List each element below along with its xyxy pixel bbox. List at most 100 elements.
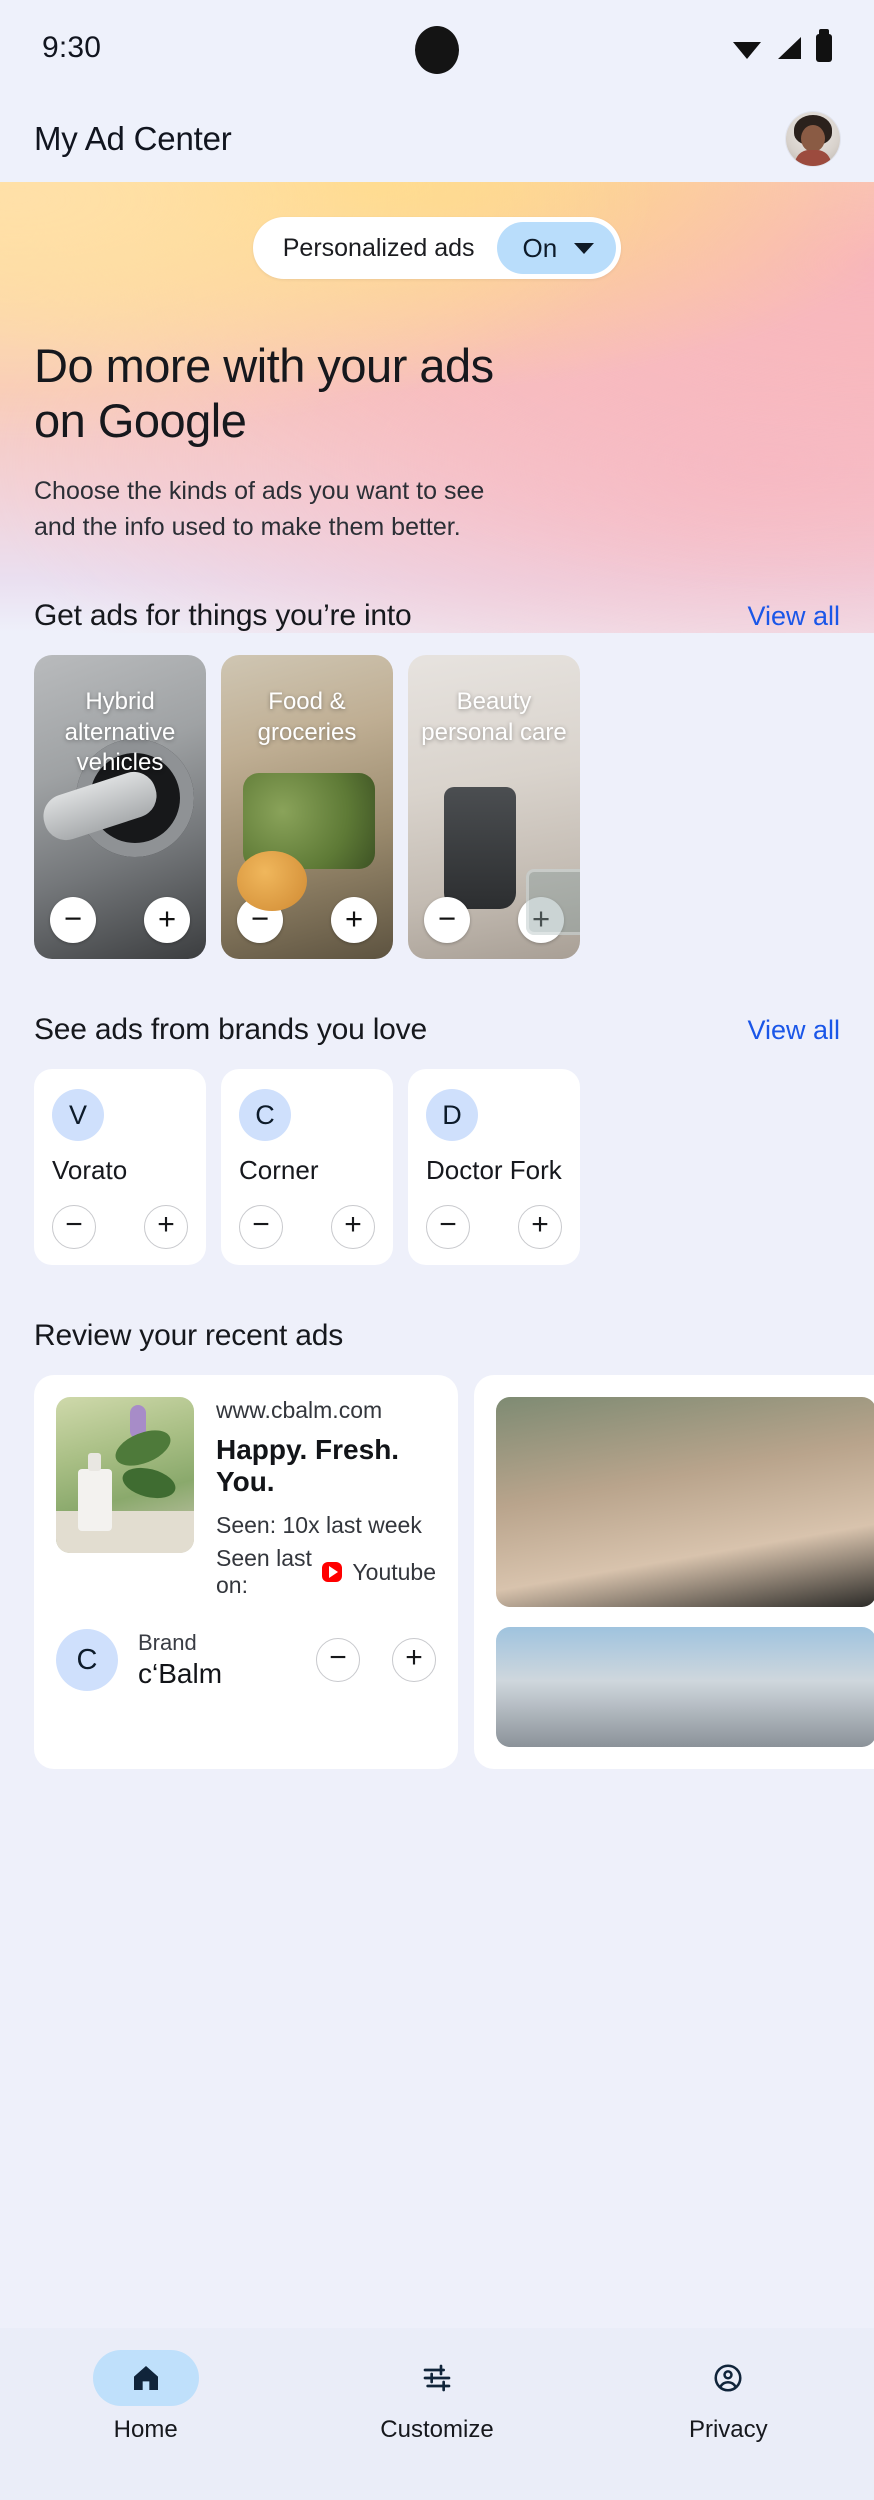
recent-ad-thumbnail bbox=[496, 1397, 874, 1608]
recent-ads-section-title: Review your recent ads bbox=[34, 1319, 344, 1353]
interests-carousel[interactable]: Hybrid alternative vehicles − + Food & g… bbox=[0, 655, 874, 960]
brand-plus-button[interactable]: + bbox=[518, 1205, 562, 1250]
status-icon-group bbox=[732, 29, 832, 62]
nav-label-customize: Customize bbox=[380, 2416, 494, 2443]
brands-section-title: See ads from brands you love bbox=[34, 1013, 427, 1047]
recent-ad-minus-button[interactable]: − bbox=[316, 1638, 360, 1683]
nav-item-home[interactable]: Home bbox=[0, 2350, 291, 2444]
personalized-ads-label: Personalized ads bbox=[282, 233, 475, 262]
bottom-nav: Home Customize Privacy bbox=[0, 2328, 874, 2500]
seen-last-on-label: Seen last on: bbox=[216, 1545, 312, 1599]
thumb-surface bbox=[56, 1511, 194, 1554]
avatar-body bbox=[795, 150, 831, 166]
plus-icon: + bbox=[531, 1208, 549, 1242]
recent-ad-card[interactable]: www.cbalm.com Happy. Fresh. You. Seen: 1… bbox=[34, 1375, 458, 1770]
recent-ad-actions: − + bbox=[316, 1638, 436, 1683]
battery-icon bbox=[816, 29, 832, 62]
hero-title-line1: Do more with your ads bbox=[34, 339, 494, 392]
app-screen: 9:30 My Ad Center Personalized ads On Do… bbox=[0, 0, 874, 2500]
brand-name: Corner bbox=[239, 1155, 319, 1186]
recent-ad-seen-last-on: Seen last on: Youtube bbox=[216, 1545, 436, 1599]
brand-name: Doctor Fork bbox=[426, 1155, 562, 1186]
nav-item-customize[interactable]: Customize bbox=[291, 2350, 582, 2444]
plus-icon: + bbox=[531, 900, 551, 936]
recent-ad-card[interactable] bbox=[474, 1375, 874, 1770]
brand-card-actions: − + bbox=[239, 1205, 375, 1250]
recent-ad-bottom: C Brand c‘Balm − + bbox=[56, 1629, 436, 1692]
status-bar: 9:30 bbox=[0, 0, 874, 96]
recent-ad-plus-button[interactable]: + bbox=[392, 1638, 436, 1683]
brands-carousel[interactable]: V Vorato − + C Corner − + D Doctor Fork … bbox=[0, 1069, 874, 1266]
minus-icon: − bbox=[250, 900, 270, 936]
brand-name: Vorato bbox=[52, 1155, 128, 1186]
personalized-ads-pill[interactable]: Personalized ads On bbox=[252, 217, 622, 279]
interest-plus-button[interactable]: + bbox=[518, 897, 564, 944]
recent-ad-top: www.cbalm.com Happy. Fresh. You. Seen: 1… bbox=[56, 1397, 436, 1599]
brand-card-actions: − + bbox=[52, 1205, 188, 1250]
brand-minus-button[interactable]: − bbox=[52, 1205, 96, 1250]
interest-minus-button[interactable]: − bbox=[237, 897, 283, 944]
minus-icon: − bbox=[439, 1208, 457, 1242]
interests-section-title: Get ads for things you’re into bbox=[34, 599, 412, 633]
brand-plus-button[interactable]: + bbox=[331, 1205, 375, 1250]
nav-pill-home bbox=[92, 2350, 199, 2406]
brand-plus-button[interactable]: + bbox=[144, 1205, 188, 1250]
recent-ad-brand: C Brand c‘Balm bbox=[56, 1629, 222, 1692]
recent-ad-url: www.cbalm.com bbox=[216, 1397, 383, 1424]
recent-ad-info: www.cbalm.com Happy. Fresh. You. Seen: 1… bbox=[216, 1397, 436, 1599]
recent-ad-thumbnail bbox=[56, 1397, 194, 1554]
recent-ad-brand-avatar: C bbox=[56, 1629, 118, 1692]
plus-icon: + bbox=[344, 900, 364, 936]
avatar[interactable] bbox=[786, 112, 840, 166]
brand-card[interactable]: C Corner − + bbox=[221, 1069, 393, 1266]
plus-icon: + bbox=[157, 900, 177, 936]
recent-ad-brand-text: Brand c‘Balm bbox=[138, 1630, 222, 1690]
app-bar: My Ad Center bbox=[0, 96, 874, 182]
plus-icon: + bbox=[405, 1641, 423, 1675]
personalized-ads-toggle[interactable]: On bbox=[496, 222, 617, 274]
seen-last-on-platform: Youtube bbox=[352, 1558, 436, 1585]
brand-avatar: C bbox=[239, 1089, 291, 1142]
sliders-icon bbox=[421, 2362, 453, 2394]
minus-icon: − bbox=[252, 1208, 270, 1242]
brand-avatar: V bbox=[52, 1089, 104, 1142]
interest-plus-button[interactable]: + bbox=[331, 897, 377, 944]
brand-card[interactable]: V Vorato − + bbox=[34, 1069, 206, 1266]
interest-minus-button[interactable]: − bbox=[424, 897, 470, 944]
avatar-face bbox=[801, 125, 825, 152]
minus-icon: − bbox=[437, 900, 457, 936]
hero-title-line2: on Google bbox=[34, 393, 247, 447]
brand-card[interactable]: D Doctor Fork − + bbox=[408, 1069, 580, 1266]
hero-subtitle: Choose the kinds of ads you want to see … bbox=[34, 474, 840, 545]
brand-card-actions: − + bbox=[426, 1205, 562, 1250]
recent-ads-section-header: Review your recent ads bbox=[0, 1319, 874, 1353]
minus-icon: − bbox=[329, 1641, 347, 1675]
nav-item-privacy[interactable]: Privacy bbox=[583, 2350, 874, 2444]
personalized-ads-wrap: Personalized ads On bbox=[34, 182, 840, 279]
interest-card-label: Beauty personal care bbox=[421, 688, 567, 746]
interest-minus-button[interactable]: − bbox=[50, 897, 96, 944]
interests-section-header: Get ads for things you’re into View all bbox=[34, 599, 840, 633]
recent-ad-brand-kicker: Brand bbox=[138, 1630, 197, 1656]
brands-view-all-link[interactable]: View all bbox=[747, 1015, 840, 1046]
brand-minus-button[interactable]: − bbox=[239, 1205, 283, 1250]
brands-section-header: See ads from brands you love View all bbox=[0, 1013, 874, 1047]
interest-card-label: Hybrid alternative vehicles bbox=[64, 688, 176, 776]
brand-minus-button[interactable]: − bbox=[426, 1205, 470, 1250]
interest-card[interactable]: Hybrid alternative vehicles − + bbox=[34, 655, 206, 960]
recent-ad-thumbnail bbox=[496, 1627, 874, 1748]
recent-ads-carousel[interactable]: www.cbalm.com Happy. Fresh. You. Seen: 1… bbox=[0, 1375, 874, 1770]
nav-pill-customize bbox=[384, 2350, 490, 2406]
interests-view-all-link[interactable]: View all bbox=[747, 601, 840, 632]
nav-label-privacy: Privacy bbox=[688, 2416, 768, 2443]
thumb-product-bottle bbox=[78, 1453, 112, 1532]
interest-plus-button[interactable]: + bbox=[144, 897, 190, 944]
chevron-down-icon bbox=[574, 242, 595, 254]
interest-card[interactable]: Food & groceries − + bbox=[221, 655, 393, 960]
account-circle-icon bbox=[712, 2362, 744, 2394]
page-title: My Ad Center bbox=[34, 120, 232, 157]
interest-card-actions: − + bbox=[34, 897, 206, 944]
interest-card[interactable]: Beauty personal care − + bbox=[408, 655, 580, 960]
home-icon bbox=[130, 2362, 162, 2394]
wifi-icon bbox=[732, 36, 762, 60]
